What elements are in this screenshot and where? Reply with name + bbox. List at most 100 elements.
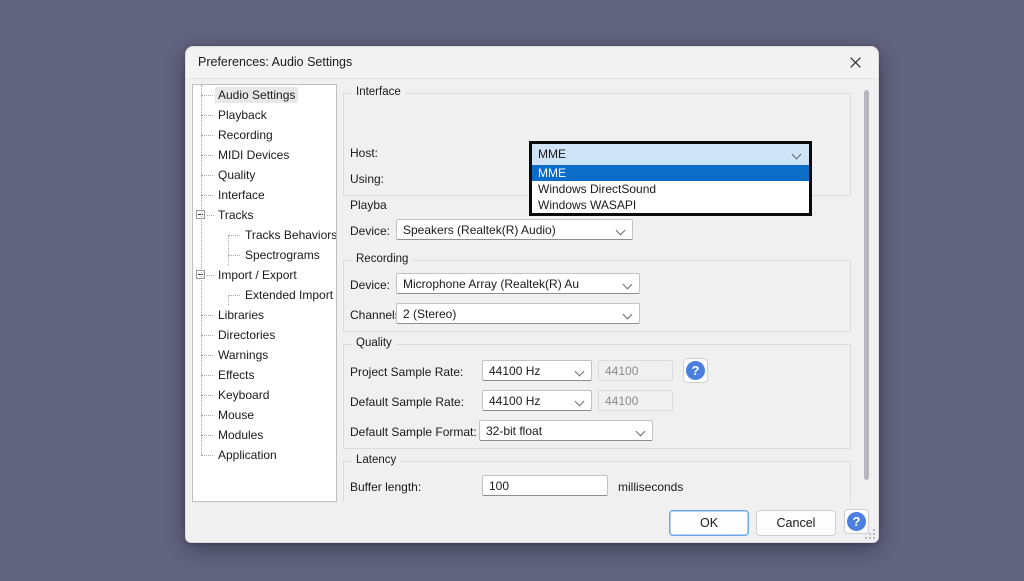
sidebar-item-label: Import / Export (215, 267, 300, 283)
resize-grip[interactable] (865, 529, 877, 541)
host-option-list[interactable]: MMEWindows DirectSoundWindows WASAPI (532, 165, 809, 213)
sidebar-item-label: Mouse (215, 407, 257, 423)
sidebar-item[interactable]: Extended Import (193, 285, 336, 305)
interface-device-combo[interactable]: Speakers (Realtek(R) Audio) (396, 219, 633, 240)
sidebar-item[interactable]: MIDI Devices (193, 145, 336, 165)
sidebar-item-label: Quality (215, 167, 258, 183)
tree-connector-vertical (228, 235, 229, 265)
host-option[interactable]: MME (532, 165, 809, 181)
sidebar-item[interactable]: Spectrograms (193, 245, 336, 265)
sidebar-item[interactable]: Application (193, 445, 336, 465)
buffer-length-label: Buffer length: (350, 480, 421, 494)
sidebar-item[interactable]: Keyboard (193, 385, 336, 405)
tree-connector (207, 215, 214, 216)
recording-device-label: Device: (350, 278, 390, 292)
sidebar-item[interactable]: Audio Settings (193, 85, 336, 105)
tree-connector (201, 355, 213, 356)
tree-connector (201, 175, 213, 176)
project-sample-rate-custom-value: 44100 (605, 364, 638, 378)
sidebar-item[interactable]: Tracks (193, 205, 336, 225)
host-combo[interactable]: MME (532, 144, 809, 165)
sidebar-item-label: Recording (215, 127, 276, 143)
sidebar-item[interactable]: Quality (193, 165, 336, 185)
help-icon: ? (847, 512, 866, 531)
settings-scrollbar[interactable] (861, 88, 872, 498)
sidebar-item[interactable]: Libraries (193, 305, 336, 325)
tree-connector (228, 295, 240, 296)
interface-device-label: Device: (350, 224, 390, 238)
tree-connector (201, 115, 213, 116)
sidebar-item[interactable]: Recording (193, 125, 336, 145)
tree-connector (201, 395, 213, 396)
sidebar-item-label: Directories (215, 327, 278, 343)
host-option[interactable]: Windows WASAPI (532, 197, 809, 213)
host-option[interactable]: Windows DirectSound (532, 181, 809, 197)
sidebar-item-label: Playback (215, 107, 270, 123)
project-sample-rate-value: 44100 Hz (489, 364, 540, 378)
tree-connector (201, 155, 213, 156)
tree-connector (201, 335, 213, 336)
project-sample-rate-custom-input[interactable]: 44100 (598, 360, 673, 381)
sidebar-item[interactable]: Effects (193, 365, 336, 385)
sidebar-item[interactable]: Directories (193, 325, 336, 345)
sidebar-item[interactable]: Import / Export (193, 265, 336, 285)
project-sample-rate-label: Project Sample Rate: (350, 365, 463, 379)
close-icon[interactable] (833, 47, 878, 78)
dialog-titlebar[interactable]: Preferences: Audio Settings (186, 47, 878, 79)
tree-connector (201, 315, 213, 316)
dialog-body: Audio Settings Playback Recording MIDI D… (186, 79, 880, 544)
group-latency-title: Latency (352, 454, 400, 466)
chevron-down-icon (624, 281, 632, 289)
host-label: Host: (350, 146, 392, 160)
sidebar-item[interactable]: Warnings (193, 345, 336, 365)
chevron-down-icon (576, 368, 584, 376)
default-sample-rate-value: 44100 Hz (489, 394, 540, 408)
settings-pane: Interface Host: Using: Playba Device: Sp… (341, 84, 874, 502)
sidebar-item-label: Extended Import (242, 287, 336, 303)
recording-channels-combo[interactable]: 2 (Stereo) (396, 303, 640, 324)
sidebar-item-label: MIDI Devices (215, 147, 292, 163)
sidebar-item-label: Modules (215, 427, 266, 443)
default-sample-rate-custom-input[interactable]: 44100 (598, 390, 673, 411)
sidebar-item-label: Tracks Behaviors (242, 227, 337, 243)
sidebar-item[interactable]: Mouse (193, 405, 336, 425)
settings-scrollbar-thumb[interactable] (864, 90, 869, 480)
tree-connector-vertical (228, 295, 229, 305)
tree-connector (201, 435, 213, 436)
cancel-button[interactable]: Cancel (756, 510, 836, 536)
preferences-tree[interactable]: Audio Settings Playback Recording MIDI D… (192, 84, 337, 502)
chevron-down-icon (624, 311, 632, 319)
tree-connector (228, 255, 240, 256)
group-interface-title: Interface (352, 86, 405, 98)
buffer-length-input[interactable]: 100 (482, 475, 608, 496)
sidebar-item[interactable]: Playback (193, 105, 336, 125)
recording-device-combo[interactable]: Microphone Array (Realtek(R) Au (396, 273, 640, 294)
sidebar-item[interactable]: Modules (193, 425, 336, 445)
quality-help-button[interactable]: ? (683, 358, 708, 383)
host-dropdown[interactable]: MME MMEWindows DirectSoundWindows WASAPI (529, 141, 812, 216)
help-icon: ? (686, 361, 705, 380)
tree-connector (201, 375, 213, 376)
sidebar-item[interactable]: Tracks Behaviors (193, 225, 336, 245)
default-sample-rate-combo[interactable]: 44100 Hz (482, 390, 592, 411)
sidebar-item-label: Effects (215, 367, 257, 383)
sidebar-item[interactable]: Interface (193, 185, 336, 205)
tree-connector (201, 135, 213, 136)
default-sample-format-value: 32-bit float (486, 424, 542, 438)
buffer-length-unit: milliseconds (618, 480, 683, 494)
preferences-dialog: Preferences: Audio Settings Audio Settin… (185, 46, 879, 543)
tree-connector (201, 195, 213, 196)
playback-label: Playba (350, 198, 392, 212)
ok-button[interactable]: OK (669, 510, 749, 536)
default-sample-format-combo[interactable]: 32-bit float (479, 420, 653, 441)
recording-channels-value: 2 (Stereo) (403, 307, 456, 321)
recording-device-value: Microphone Array (Realtek(R) Au (403, 277, 579, 291)
project-sample-rate-combo[interactable]: 44100 Hz (482, 360, 592, 381)
tree-connector (228, 235, 240, 236)
sidebar-item-label: Interface (215, 187, 268, 203)
group-recording-title: Recording (352, 253, 412, 265)
interface-device-value: Speakers (Realtek(R) Audio) (403, 223, 556, 237)
using-label: Using: (350, 172, 394, 186)
host-combo-value: MME (538, 147, 566, 161)
buffer-length-value: 100 (489, 479, 509, 493)
